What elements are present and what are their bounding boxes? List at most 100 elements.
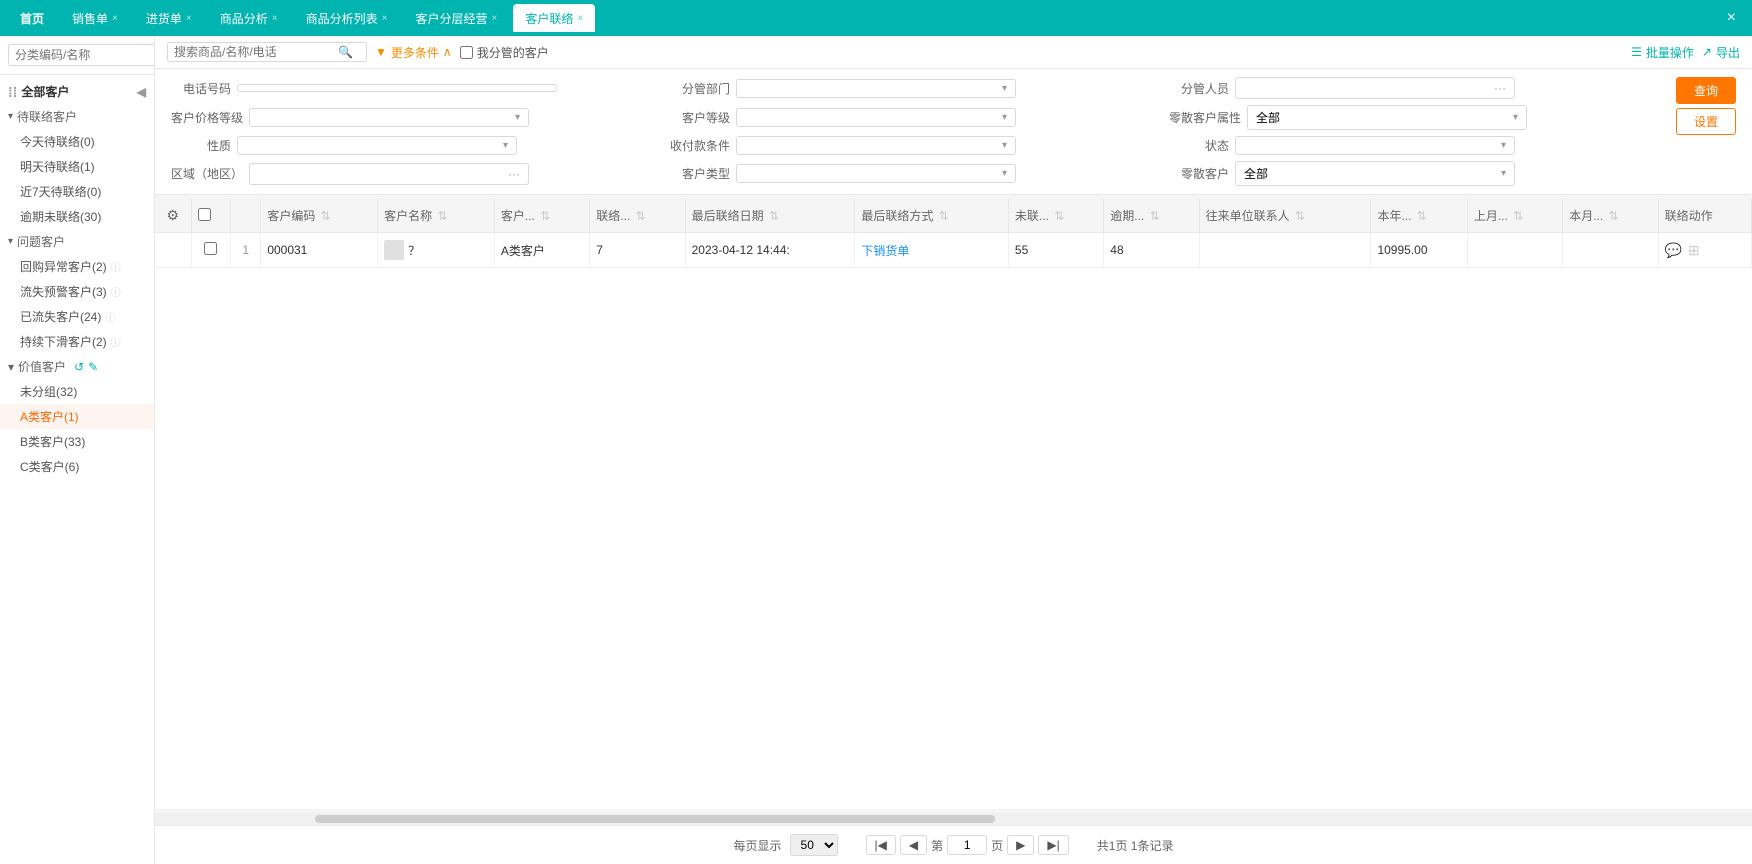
last-contact-method-link[interactable]: 下销货单 xyxy=(861,244,909,258)
last-page-btn[interactable]: ▶| xyxy=(1038,835,1068,855)
sidebar-item-c-class[interactable]: C类客户(6) xyxy=(0,454,154,479)
scrollbar-thumb[interactable] xyxy=(315,815,995,823)
nav-tab-sales[interactable]: 销售单 × xyxy=(60,4,130,32)
th-no-contact[interactable]: 未联... ⇅ xyxy=(1008,199,1103,233)
nav-tab-analysis[interactable]: 商品分析 × xyxy=(208,4,290,32)
manager-dots-icon: ··· xyxy=(1494,81,1506,95)
horizontal-scrollbar[interactable] xyxy=(155,813,1752,825)
th-code[interactable]: 客户编码 ⇅ xyxy=(261,199,378,233)
filter-phone-input[interactable] xyxy=(237,84,557,92)
sidebar-item-overdue[interactable]: 逾期未联络(30) xyxy=(0,204,154,229)
page-suffix-label: 页 xyxy=(991,837,1003,854)
grid-action-icon[interactable]: ⊞ xyxy=(1688,242,1700,259)
nav-tab-customer-mgmt[interactable]: 客户分层经营 × xyxy=(403,4,509,32)
th-last-contact-date[interactable]: 最后联络日期 ⇅ xyxy=(685,199,855,233)
first-page-btn[interactable]: |◀ xyxy=(866,835,896,855)
nav-tab-analysis-list-close[interactable]: × xyxy=(382,13,388,24)
sidebar-item-churn-warn[interactable]: 流失预警客户(3) ⓘ xyxy=(0,279,154,304)
per-page-select[interactable]: 50 xyxy=(790,834,838,856)
sidebar-value-label: 价值客户 xyxy=(18,358,66,375)
sidebar-item-today[interactable]: 今天待联络(0) xyxy=(0,129,154,154)
filter-arrow-icon: ∧ xyxy=(443,45,452,59)
sidebar-problem-section[interactable]: ▾ 问题客户 xyxy=(0,229,154,254)
setting-button[interactable]: 设置 xyxy=(1676,108,1736,135)
main-search-icon[interactable]: 🔍 xyxy=(338,45,353,59)
row-checkbox[interactable] xyxy=(204,242,217,255)
filter-manager-dots[interactable]: ··· xyxy=(1235,77,1515,99)
nav-tab-customer-contact[interactable]: 客户联络 × xyxy=(513,4,595,32)
next-page-btn[interactable]: ▶ xyxy=(1007,835,1034,855)
sidebar-item-repurchase-label: 回购异常客户(2) xyxy=(20,258,107,275)
nav-tab-analysis-list-label: 商品分析列表 xyxy=(306,10,378,27)
window-close-icon[interactable]: × xyxy=(1719,9,1744,26)
filter-payment-select[interactable]: ▾ xyxy=(736,136,1016,155)
th-this-year[interactable]: 本年... ⇅ xyxy=(1371,199,1467,233)
th-name[interactable]: 客户名称 ⇅ xyxy=(378,199,495,233)
th-level[interactable]: 客户... ⇅ xyxy=(494,199,589,233)
my-customer-checkbox-wrap[interactable]: 我分管的客户 xyxy=(460,44,549,61)
th-this-month[interactable]: 本月... ⇅ xyxy=(1563,199,1658,233)
sidebar-item-tomorrow[interactable]: 明天待联络(1) xyxy=(0,154,154,179)
sidebar-item-7days[interactable]: 近7天待联络(0) xyxy=(0,179,154,204)
refresh-icon[interactable]: ↺ xyxy=(74,360,84,374)
cell-check[interactable] xyxy=(191,233,231,268)
batch-op-label: 批量操作 xyxy=(1646,44,1694,61)
more-filter-btn[interactable]: ▼ 更多条件 ∧ xyxy=(375,44,452,61)
sidebar-search-input[interactable] xyxy=(8,44,155,66)
sidebar-pending-contact-section[interactable]: ▾ 待联络客户 xyxy=(0,104,154,129)
cell-last-contact-method[interactable]: 下销货单 xyxy=(855,233,1008,268)
nav-tab-purchase[interactable]: 进货单 × xyxy=(134,4,204,32)
main-search-input[interactable] xyxy=(174,45,334,59)
sidebar-item-a-class[interactable]: A类客户(1) xyxy=(0,404,154,429)
filter-nature-select[interactable]: ▾ xyxy=(237,136,517,155)
sidebar-item-declining[interactable]: 持续下滑客户(2) ⓘ xyxy=(0,329,154,354)
sidebar-item-b-class[interactable]: B类客户(33) xyxy=(0,429,154,454)
sidebar-value-section[interactable]: ▾ 价值客户 ↺ ✎ xyxy=(0,354,154,379)
th-gear[interactable]: ⚙ xyxy=(155,199,191,233)
info-icon-declining: ⓘ xyxy=(111,334,121,349)
export-btn[interactable]: ↗ 导出 xyxy=(1702,44,1740,61)
status-arrow-icon: ▾ xyxy=(1501,140,1506,151)
filter-retail-attr-select[interactable]: 全部▾ xyxy=(1247,105,1527,130)
page-input[interactable] xyxy=(947,835,987,855)
my-customer-checkbox[interactable] xyxy=(460,46,473,59)
filter-price-level-label: 客户价格等级 xyxy=(171,109,243,126)
filter-retail-select[interactable]: 全部▾ xyxy=(1235,161,1515,186)
nav-tab-customer-contact-close[interactable]: × xyxy=(577,13,583,24)
sidebar-item-churned[interactable]: 已流失客户(24) ⓘ xyxy=(0,304,154,329)
gear-icon[interactable]: ⚙ xyxy=(166,207,179,223)
filter-customer-level-select[interactable]: ▾ xyxy=(736,108,1016,127)
sidebar-item-ungrp[interactable]: 未分组(32) xyxy=(0,379,154,404)
th-last-month[interactable]: 上月... ⇅ xyxy=(1467,199,1562,233)
chat-action-icon[interactable]: 💬 xyxy=(1665,242,1682,259)
filter-price-level-select[interactable]: ▾ xyxy=(249,108,529,127)
sidebar-collapse-icon[interactable]: ◀ xyxy=(137,85,146,99)
filter-region-dots[interactable]: ··· xyxy=(249,163,529,185)
sidebar-all-customers-header[interactable]: ⁞⁞ 全部客户 ◀ xyxy=(0,75,154,104)
query-button[interactable]: 查询 xyxy=(1676,77,1736,104)
table-wrap: ⚙ 客户编码 ⇅ 客户名称 ⇅ 客户... ⇅ 联络... ⇅ 最后联络日期 ⇅… xyxy=(155,199,1752,809)
sort-name-icon: ⇅ xyxy=(437,209,447,223)
filter-phone-label: 电话号码 xyxy=(171,80,231,97)
filter-status-select[interactable]: ▾ xyxy=(1235,136,1515,155)
th-contact[interactable]: 联络... ⇅ xyxy=(590,199,685,233)
customer-table: ⚙ 客户编码 ⇅ 客户名称 ⇅ 客户... ⇅ 联络... ⇅ 最后联络日期 ⇅… xyxy=(155,199,1752,268)
nav-tab-sales-close[interactable]: × xyxy=(112,13,118,24)
nav-tab-customer-mgmt-close[interactable]: × xyxy=(491,13,497,24)
th-overdue[interactable]: 逾期... ⇅ xyxy=(1104,199,1199,233)
select-all-checkbox[interactable] xyxy=(198,208,211,221)
filter-row-4: 区域（地区） ··· 客户类型 ▾ 零散客户 xyxy=(171,161,1660,186)
th-check[interactable] xyxy=(191,199,231,233)
filter-customer-type-select[interactable]: ▾ xyxy=(736,164,1016,183)
prev-page-btn[interactable]: ◀ xyxy=(900,835,927,855)
nav-tab-purchase-close[interactable]: × xyxy=(186,13,192,24)
th-last-contact-method[interactable]: 最后联络方式 ⇅ xyxy=(855,199,1008,233)
filter-dept-select[interactable]: ▾ xyxy=(736,79,1016,98)
sidebar-item-repurchase[interactable]: 回购异常客户(2) ⓘ xyxy=(0,254,154,279)
batch-op-btn[interactable]: ☰ 批量操作 xyxy=(1631,44,1694,61)
edit-icon[interactable]: ✎ xyxy=(88,360,98,374)
nav-tab-analysis-close[interactable]: × xyxy=(272,13,278,24)
nav-tab-analysis-list[interactable]: 商品分析列表 × xyxy=(294,4,400,32)
nav-home[interactable]: 首页 xyxy=(8,4,56,32)
th-unit-contact[interactable]: 往来单位联系人 ⇅ xyxy=(1199,199,1371,233)
